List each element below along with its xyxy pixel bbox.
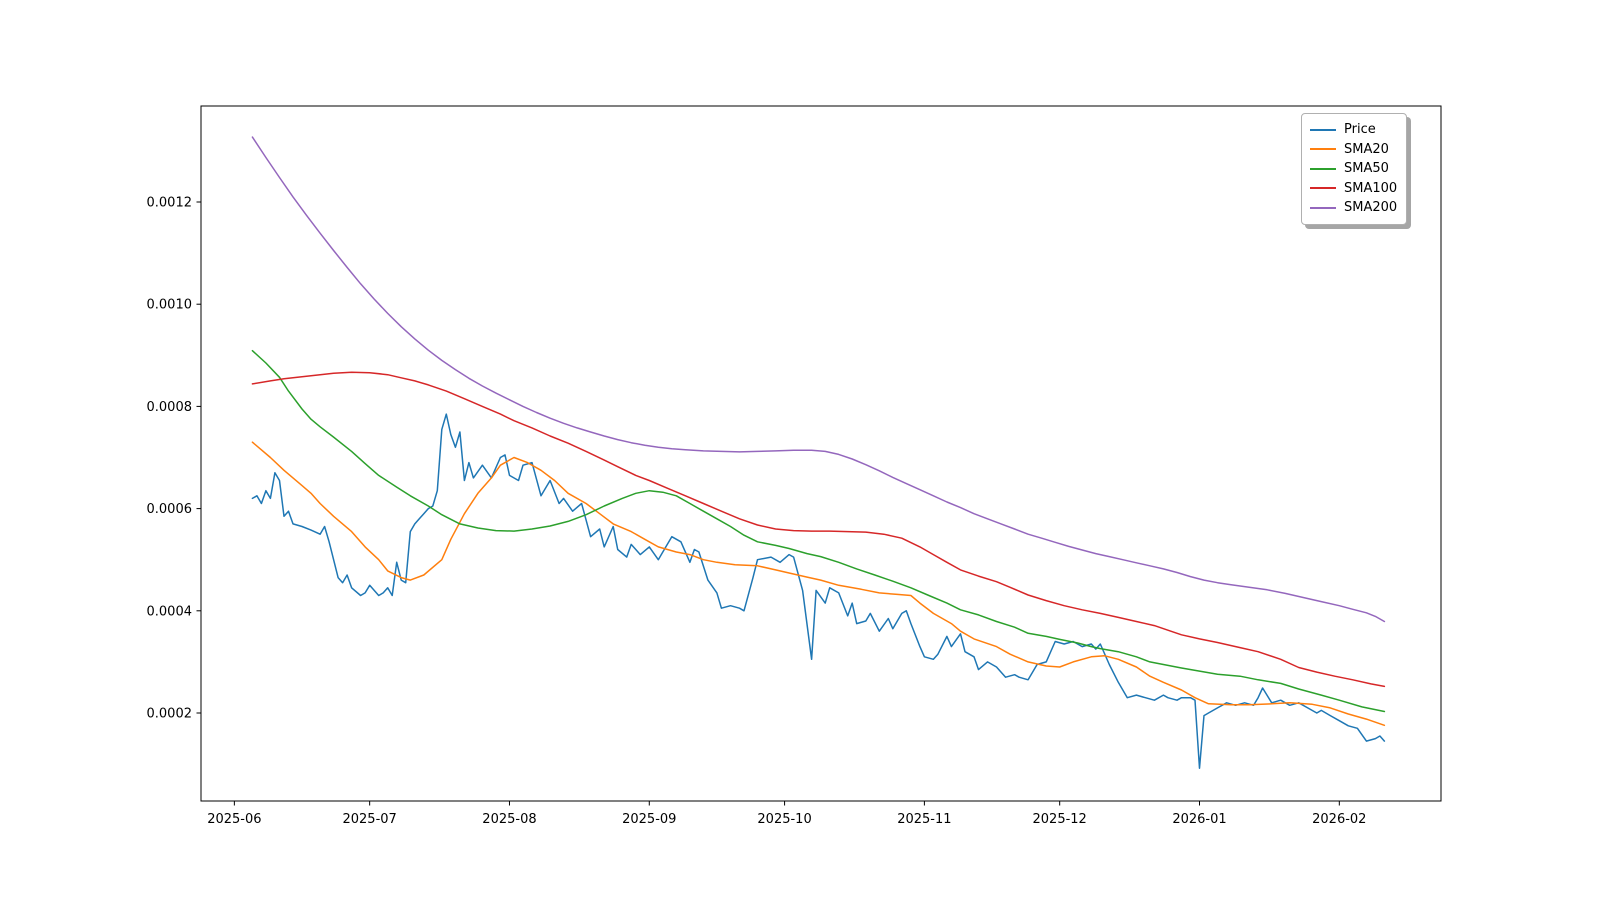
x-tick-label: 2026-02	[1312, 812, 1366, 827]
series-line-sma100	[251, 371, 1386, 688]
series-line-sma20	[251, 441, 1386, 727]
series-line-sma200	[251, 136, 1386, 623]
sma200-line-swatch	[1310, 206, 1336, 209]
legend-label: SMA200	[1344, 200, 1398, 215]
y-tick-label: 0.0008	[147, 400, 193, 415]
figure: 2025-06 2025-07 2025-08 2025-09 2025-10 2025-…	[0, 0, 1600, 900]
legend-entry-sma200: SMA200	[1302, 198, 1406, 218]
x-tick-label: 2025-10	[757, 812, 811, 827]
sma50-line-swatch	[1310, 167, 1336, 170]
x-tick-label: 2025-11	[897, 812, 951, 827]
y-tick-label: 0.0006	[147, 502, 193, 517]
x-tick-label: 2025-12	[1033, 812, 1087, 827]
legend-entry-sma100: SMA100	[1302, 179, 1406, 199]
legend-entry-sma50: SMA50	[1302, 159, 1406, 179]
price-line-swatch	[1310, 128, 1336, 131]
x-tick-label: 2026-01	[1172, 812, 1226, 827]
y-tick-label: 0.0004	[147, 604, 193, 619]
x-tick-label: 2025-07	[342, 812, 396, 827]
x-tick-label: 2025-09	[622, 812, 676, 827]
legend-entry-sma20: SMA20	[1302, 140, 1406, 160]
legend-label: Price	[1344, 122, 1376, 137]
legend-label: SMA100	[1344, 180, 1398, 196]
sma100-line-swatch	[1310, 187, 1336, 190]
legend: Price SMA20 SMA50 SMA100 SMA200	[1301, 113, 1407, 225]
legend-label: SMA50	[1344, 161, 1389, 176]
legend-label: SMA20	[1344, 141, 1389, 157]
y-tick-label: 0.0012	[147, 196, 193, 211]
sma20-line-swatch	[1310, 148, 1336, 151]
y-tick-label: 0.0010	[147, 298, 193, 313]
plot-area	[200, 105, 1442, 802]
legend-entry-price: Price	[1302, 120, 1406, 140]
x-tick-label: 2025-06	[207, 812, 261, 827]
series-line-price	[251, 413, 1386, 769]
y-tick-label: 0.0002	[147, 707, 193, 722]
x-tick-label: 2025-08	[482, 812, 536, 827]
